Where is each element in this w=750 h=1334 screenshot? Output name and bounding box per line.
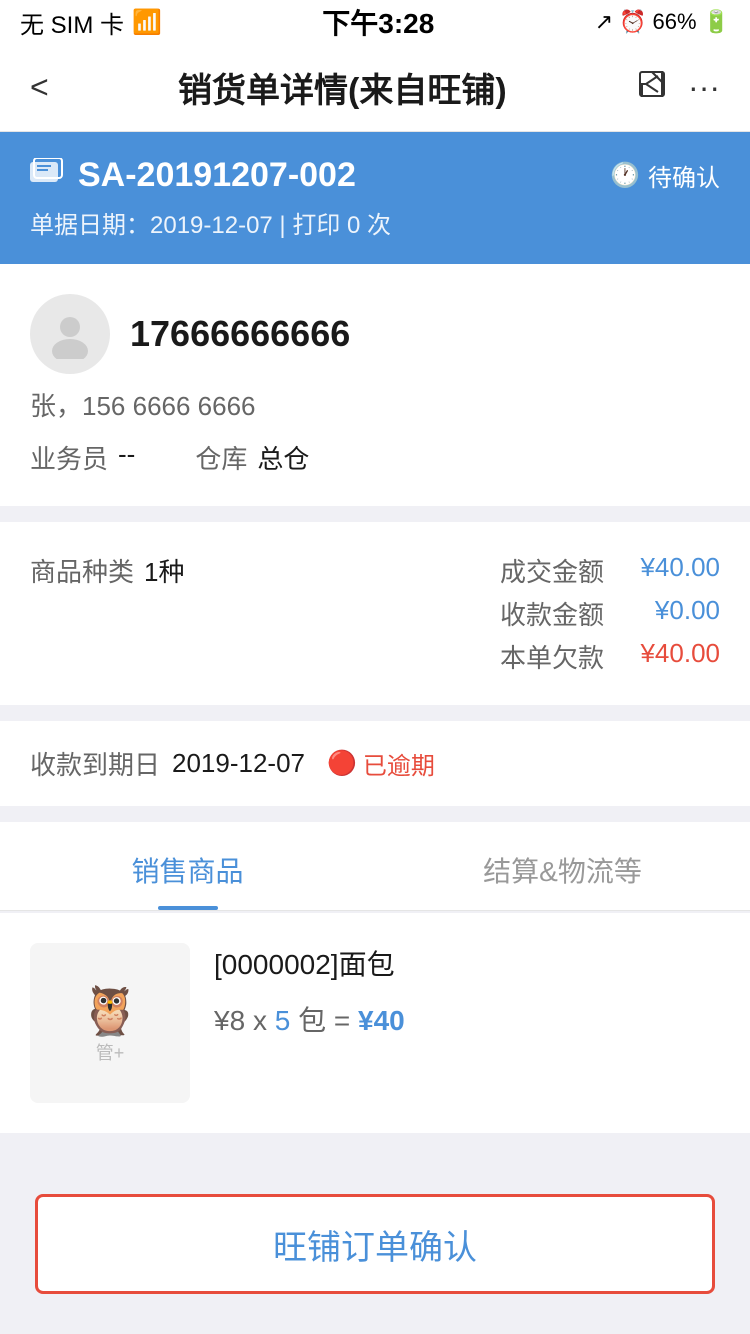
- product-thumbnail: 🦉 管+: [30, 943, 190, 1103]
- confirm-button[interactable]: 旺铺订单确认: [35, 1194, 715, 1294]
- customer-info: 张，156 6666 6666: [30, 386, 720, 423]
- amount-value: ¥40.00: [620, 552, 720, 589]
- overdue-badge: 🔴 已逾期: [327, 746, 435, 781]
- status-left: 无 SIM 卡 📶: [20, 5, 162, 40]
- tab-sales-products[interactable]: 销售商品: [0, 822, 375, 910]
- customer-section: 17666666666 张，156 6666 6666 业务员 -- 仓库 总仓: [0, 264, 750, 506]
- received-label: 收款金额: [500, 595, 604, 632]
- type-value: 1种: [144, 552, 184, 589]
- order-id: SA-20191207-002: [30, 156, 356, 195]
- more-button[interactable]: ···: [688, 69, 720, 106]
- nav-left: <: [30, 69, 49, 106]
- qty-text: 5: [275, 1005, 291, 1036]
- tabs-bar: 销售商品 结算&物流等: [0, 822, 750, 911]
- customer-phone: 17666666666: [130, 313, 350, 355]
- equals-sign: =: [334, 1005, 358, 1036]
- due-date-value: 2019-12-07: [172, 748, 305, 779]
- price-separator: x: [253, 1005, 275, 1036]
- customer-meta: 业务员 -- 仓库 总仓: [30, 439, 720, 476]
- tab-sales-label: 销售商品: [131, 856, 243, 887]
- type-label: 商品种类: [30, 552, 134, 589]
- alarm-icon: ⏰: [619, 9, 646, 35]
- unit-text: 包: [298, 1005, 326, 1036]
- back-button[interactable]: <: [30, 69, 49, 106]
- product-logo-icon: 🦉: [80, 982, 140, 1039]
- product-section: 🦉 管+ [0000002]面包 ¥8 x 5 包 = ¥40: [0, 913, 750, 1133]
- due-section: 收款到期日 2019-12-07 🔴 已逾期: [0, 721, 750, 806]
- overdue-icon: 🔴: [327, 749, 357, 778]
- battery-text: 66%: [653, 9, 697, 35]
- due-label: 收款到期日: [30, 745, 160, 782]
- overdue-text: 已逾期: [363, 746, 435, 781]
- salesperson-label: 业务员: [30, 439, 108, 476]
- order-header: SA-20191207-002 🕐 待确认 单据日期：2019-12-07 | …: [0, 132, 750, 264]
- avatar: [30, 294, 110, 374]
- salesperson-field: 业务员 --: [30, 439, 135, 476]
- tab-settlement[interactable]: 结算&物流等: [375, 822, 750, 910]
- status-right: ↗ ⏰ 66% 🔋: [595, 9, 730, 35]
- order-status: 🕐 待确认: [610, 158, 720, 193]
- product-name: [0000002]面包: [214, 943, 720, 983]
- amount-row: 成交金额 ¥40.00: [500, 552, 720, 589]
- amount-label: 成交金额: [500, 552, 604, 589]
- order-icon: [30, 156, 66, 195]
- price-text: ¥8: [214, 1005, 245, 1036]
- received-row: 收款金额 ¥0.00: [500, 595, 720, 632]
- product-info: [0000002]面包 ¥8 x 5 包 = ¥40: [214, 943, 720, 1039]
- warehouse-field: 仓库 总仓: [195, 439, 309, 476]
- warehouse-value: 总仓: [257, 439, 309, 476]
- status-time: 下午3:28: [322, 2, 434, 42]
- balance-value: ¥40.00: [620, 638, 720, 675]
- product-item: 🦉 管+ [0000002]面包 ¥8 x 5 包 = ¥40: [30, 943, 720, 1103]
- wifi-icon: 📶: [132, 8, 162, 37]
- total-price: ¥40: [358, 1005, 405, 1036]
- status-bar: 无 SIM 卡 📶 下午3:28 ↗ ⏰ 66% 🔋: [0, 0, 750, 44]
- order-date: 单据日期：2019-12-07 | 打印 0 次: [30, 205, 720, 240]
- nav-right: ···: [636, 68, 720, 108]
- amounts: 成交金额 ¥40.00 收款金额 ¥0.00 本单欠款 ¥40.00: [500, 552, 720, 675]
- summary-section: 商品种类 1种 成交金额 ¥40.00 收款金额 ¥0.00 本单欠款 ¥40.…: [0, 522, 750, 705]
- location-icon: ↗: [595, 9, 613, 35]
- balance-row: 本单欠款 ¥40.00: [500, 638, 720, 675]
- order-status-text: 待确认: [648, 158, 720, 193]
- page-title: 销货单详情(来自旺铺): [178, 63, 507, 112]
- battery-icon: 🔋: [703, 9, 730, 35]
- warehouse-label: 仓库: [195, 439, 247, 476]
- carrier-text: 无 SIM 卡: [20, 5, 124, 40]
- product-logo-text: 管+: [80, 1039, 140, 1065]
- nav-bar: < 销货单详情(来自旺铺) ···: [0, 44, 750, 132]
- balance-label: 本单欠款: [500, 638, 604, 675]
- product-thumb-inner: 🦉 管+: [80, 982, 140, 1065]
- salesperson-value: --: [118, 439, 135, 476]
- confirm-button-wrap: 旺铺订单确认: [35, 1194, 715, 1294]
- share-button[interactable]: [636, 68, 668, 108]
- summary-row: 商品种类 1种 成交金额 ¥40.00 收款金额 ¥0.00 本单欠款 ¥40.…: [30, 552, 720, 675]
- product-price: ¥8 x 5 包 = ¥40: [214, 999, 720, 1039]
- order-id-row: SA-20191207-002 🕐 待确认: [30, 156, 720, 195]
- received-value: ¥0.00: [620, 595, 720, 632]
- customer-row: 17666666666: [30, 294, 720, 374]
- order-id-text: SA-20191207-002: [78, 156, 356, 195]
- product-type: 商品种类 1种: [30, 552, 184, 589]
- clock-icon: 🕐: [610, 161, 640, 190]
- tab-settlement-label: 结算&物流等: [483, 856, 642, 887]
